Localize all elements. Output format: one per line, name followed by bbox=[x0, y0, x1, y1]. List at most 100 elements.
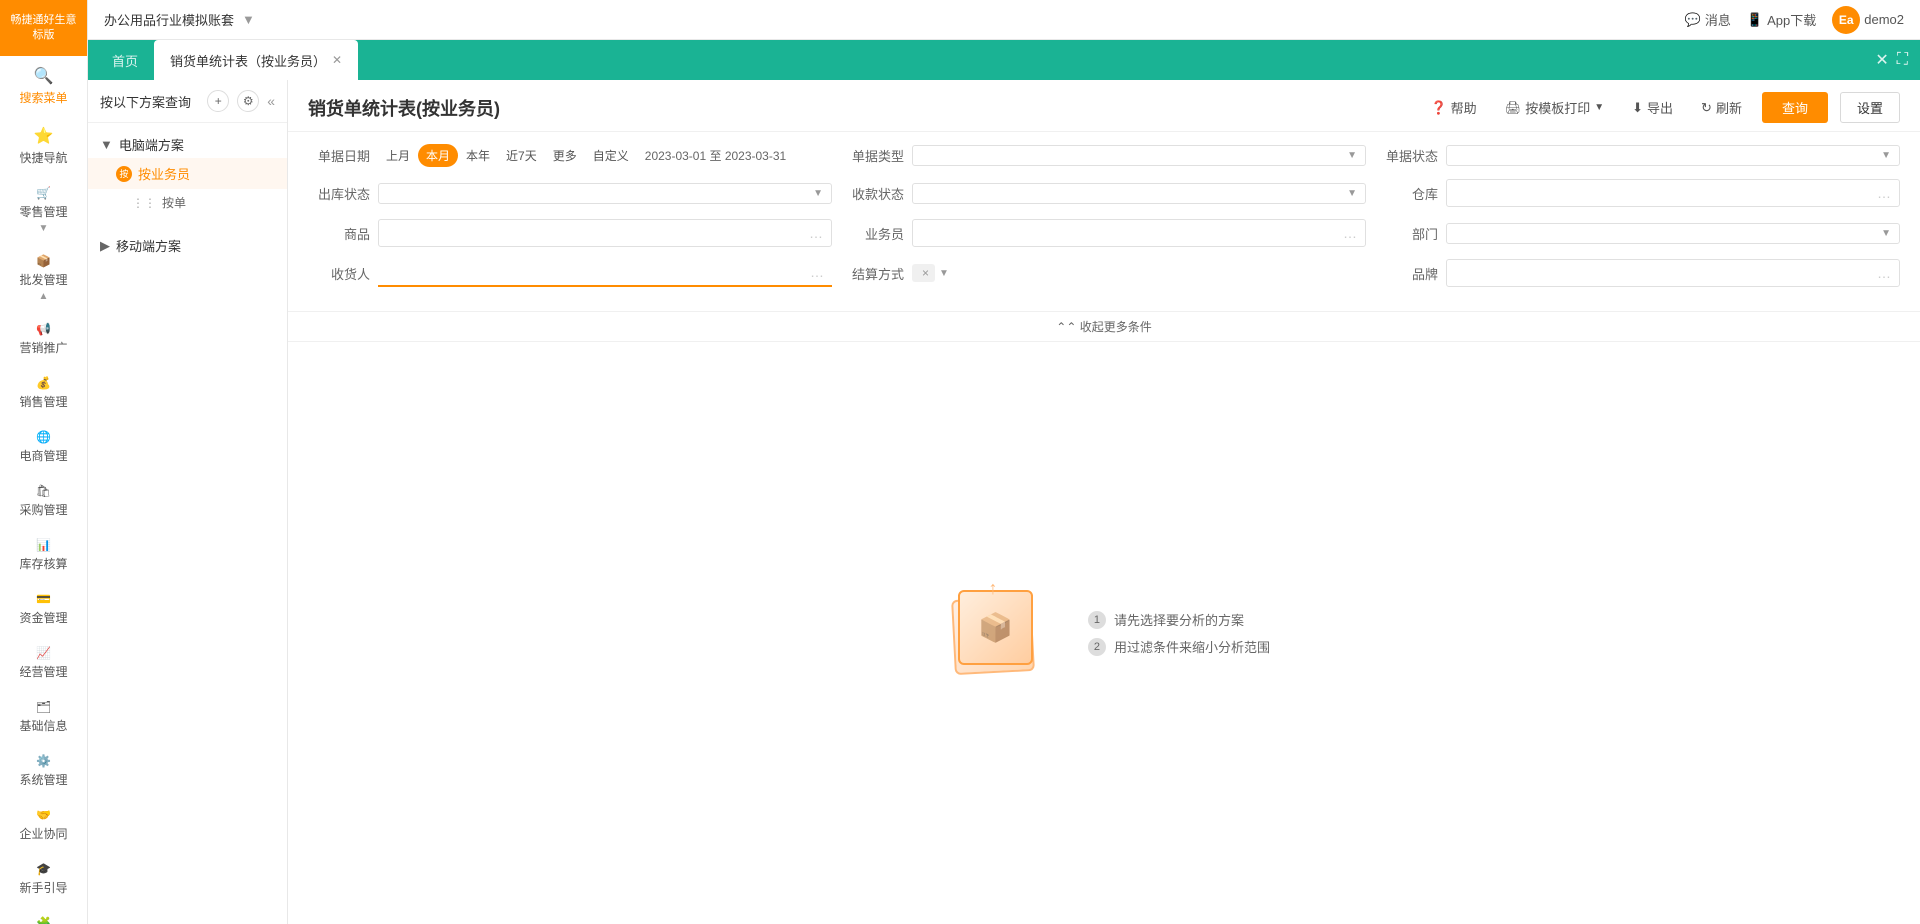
app-logo: 畅捷通好生意 标版 bbox=[0, 0, 88, 56]
app-download-button[interactable]: 📱 App下载 bbox=[1747, 10, 1816, 29]
doc-status-chevron-icon: ▼ bbox=[1881, 150, 1891, 161]
sidebar-item-apps[interactable]: 🧩 应用中心 bbox=[0, 906, 87, 924]
doc-type-label: 单据类型 bbox=[832, 146, 912, 165]
filter-row-2: 出库状态 ▼ 收款状态 ▼ 仓库 bbox=[308, 179, 1900, 207]
scheme-item-by-staff[interactable]: 按 按业务员 bbox=[88, 158, 287, 189]
refresh-icon: ↻ bbox=[1701, 100, 1712, 116]
doc-status-select[interactable]: ▼ bbox=[1446, 145, 1900, 166]
department-label: 部门 bbox=[1366, 224, 1446, 243]
sales-icon: 💰 bbox=[36, 376, 51, 390]
export-button[interactable]: ⬇ 导出 bbox=[1624, 94, 1681, 121]
settlement-tag-close[interactable]: × bbox=[922, 266, 929, 280]
tab-home[interactable]: 首页 bbox=[96, 40, 154, 80]
sub-item-icon: ⋮⋮ bbox=[132, 196, 156, 210]
sidebar-item-sales[interactable]: 💰 销售管理 bbox=[0, 366, 87, 420]
page-header: 销货单统计表(按业务员) ❓ 帮助 🖨 按模板打印 ▼ ⬇ 导出 bbox=[288, 80, 1920, 132]
collapse-panel-button[interactable]: « bbox=[267, 93, 275, 109]
settlement-tag: × bbox=[912, 264, 935, 282]
sidebar-item-ecom[interactable]: 🌐 电商管理 bbox=[0, 420, 87, 474]
ecom-icon: 🌐 bbox=[36, 430, 51, 444]
filter-area: 单据日期 上月 本月 本年 近7天 更多 自定义 2023-03-01 至 20… bbox=[288, 132, 1920, 311]
scheme-group-mobile-header[interactable]: ▶ 移动端方案 bbox=[88, 232, 287, 259]
doc-type-chevron-icon: ▼ bbox=[1347, 150, 1357, 161]
tab-maximize-icon[interactable]: ⛶ bbox=[1897, 51, 1908, 69]
collapse-up-icon: ⌃⌃ bbox=[1056, 320, 1079, 334]
topbar: 办公用品行业模拟账套 ▼ 💬 消息 📱 App下载 Ea demo2 bbox=[88, 0, 1920, 40]
date-btn-this-month[interactable]: 本月 bbox=[418, 144, 458, 167]
department-chevron-icon: ▼ bbox=[1881, 228, 1891, 239]
date-btn-custom[interactable]: 自定义 bbox=[585, 144, 637, 167]
messages-button[interactable]: 💬 消息 bbox=[1685, 10, 1731, 29]
staff-select[interactable]: … bbox=[912, 219, 1366, 247]
tab-sales-stat[interactable]: 销货单统计表（按业务员） ✕ bbox=[154, 40, 358, 80]
sidebar-item-retail[interactable]: 🛒 零售管理 ▼ bbox=[0, 176, 87, 244]
sidebar-item-finance[interactable]: 💳 资金管理 bbox=[0, 582, 87, 636]
department-control: ▼ bbox=[1446, 223, 1900, 244]
hint-1-num: 1 bbox=[1088, 611, 1106, 629]
sidebar-item-operations[interactable]: 📈 经营管理 bbox=[0, 636, 87, 690]
consignee-input[interactable]: … bbox=[378, 259, 832, 287]
date-btn-this-year[interactable]: 本年 bbox=[458, 144, 498, 167]
panel-header-actions: + ⚙ « bbox=[207, 90, 275, 112]
department-select[interactable]: ▼ bbox=[1446, 223, 1900, 244]
query-button[interactable]: 查询 bbox=[1762, 92, 1828, 123]
outbound-select[interactable]: ▼ bbox=[378, 183, 832, 204]
sidebar-item-quick-nav[interactable]: ⭐ 快捷导航 bbox=[0, 116, 87, 176]
settlement-chevron-icon: ▼ bbox=[939, 268, 949, 279]
workspace-chevron-icon[interactable]: ▼ bbox=[242, 12, 255, 27]
tab-close-window-icon[interactable]: ✕ bbox=[1875, 50, 1888, 70]
settlement-control: × ▼ bbox=[912, 264, 1366, 282]
sidebar-item-wholesale[interactable]: 📦 批发管理 ▲ bbox=[0, 244, 87, 312]
message-icon: 💬 bbox=[1685, 12, 1701, 28]
warehouse-select[interactable]: … bbox=[1446, 179, 1900, 207]
doc-type-select[interactable]: ▼ bbox=[912, 145, 1366, 166]
add-scheme-button[interactable]: + bbox=[207, 90, 229, 112]
filter-row-4: 收货人 … 结算方式 × ▼ 品牌 bbox=[308, 259, 1900, 287]
sidebar-item-purchase[interactable]: 🛍 采购管理 bbox=[0, 474, 87, 528]
avatar: Ea bbox=[1832, 6, 1860, 34]
empty-hints: 1 请先选择要分析的方案 2 用过滤条件来缩小分析范围 bbox=[1088, 610, 1270, 656]
marketing-icon: 📢 bbox=[36, 322, 51, 336]
date-btn-last-7[interactable]: 近7天 bbox=[498, 144, 545, 167]
product-select[interactable]: … bbox=[378, 219, 832, 247]
scheme-group-pc-header[interactable]: ▼ 电脑端方案 bbox=[88, 131, 287, 158]
nav-icon: ⭐ bbox=[34, 126, 54, 146]
user-profile-button[interactable]: Ea demo2 bbox=[1832, 6, 1904, 34]
page-title: 销货单统计表(按业务员) bbox=[308, 95, 500, 121]
help-button[interactable]: ❓ 帮助 bbox=[1422, 94, 1484, 121]
brand-label: 品牌 bbox=[1366, 264, 1446, 283]
sidebar-item-marketing[interactable]: 📢 营销推广 bbox=[0, 312, 87, 366]
apps-icon: 🧩 bbox=[36, 916, 51, 924]
topbar-left: 办公用品行业模拟账套 ▼ bbox=[104, 10, 255, 29]
settlement-label: 结算方式 bbox=[832, 264, 912, 283]
chevron-icon: ▲ bbox=[39, 291, 49, 302]
collapse-bar[interactable]: ⌃⌃ 收起更多条件 bbox=[288, 311, 1920, 342]
system-icon: ⚙️ bbox=[36, 754, 51, 768]
collapse-icon: « bbox=[267, 93, 275, 109]
wholesale-icon: 📦 bbox=[36, 254, 51, 268]
sidebar-item-inventory[interactable]: 📊 库存核算 bbox=[0, 528, 87, 582]
settings-button[interactable]: 设置 bbox=[1840, 92, 1900, 123]
finance-icon: 💳 bbox=[36, 592, 51, 606]
date-label: 单据日期 bbox=[308, 146, 378, 165]
tab-close-icon[interactable]: ✕ bbox=[332, 54, 342, 66]
brand-select[interactable]: … bbox=[1446, 259, 1900, 287]
sidebar-item-enterprise[interactable]: 🤝 企业协同 bbox=[0, 798, 87, 852]
staff-more-icon: … bbox=[1343, 225, 1357, 241]
date-btn-more[interactable]: 更多 bbox=[545, 144, 585, 167]
chevron-down-icon: ▼ bbox=[100, 137, 113, 152]
sidebar-item-system[interactable]: ⚙️ 系统管理 bbox=[0, 744, 87, 798]
refresh-button[interactable]: ↻ 刷新 bbox=[1693, 94, 1750, 121]
hint-2-num: 2 bbox=[1088, 638, 1106, 656]
collection-select[interactable]: ▼ bbox=[912, 183, 1366, 204]
sidebar-item-basic[interactable]: 🗂 基础信息 bbox=[0, 690, 87, 744]
sidebar-item-search[interactable]: 🔍 搜索菜单 bbox=[0, 56, 87, 116]
settings-scheme-button[interactable]: ⚙ bbox=[237, 90, 259, 112]
warehouse-label: 仓库 bbox=[1366, 184, 1446, 203]
print-button[interactable]: 🖨 按模板打印 ▼ bbox=[1497, 94, 1612, 121]
doc-type-control: ▼ bbox=[912, 145, 1366, 166]
chevron-icon: ▼ bbox=[39, 223, 49, 234]
date-btn-last-month[interactable]: 上月 bbox=[378, 144, 418, 167]
scheme-subitem-by-order[interactable]: ⋮⋮ 按单 bbox=[88, 189, 287, 216]
sidebar-item-newbie[interactable]: 🎓 新手引导 bbox=[0, 852, 87, 906]
